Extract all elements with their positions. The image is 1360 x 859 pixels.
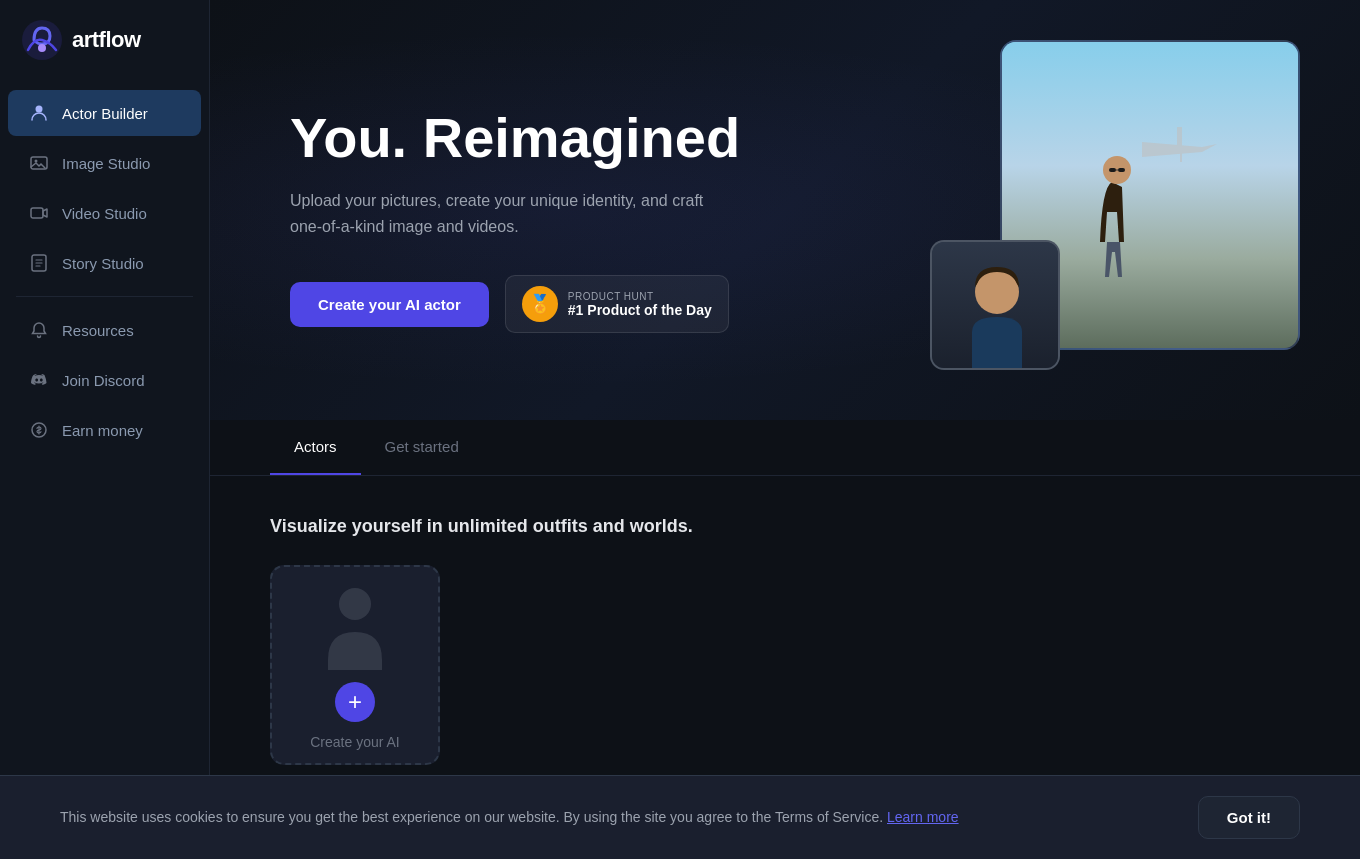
dollar-icon xyxy=(28,419,50,441)
create-ai-label: Create your AI xyxy=(310,734,400,750)
sidebar-item-label-video-studio: Video Studio xyxy=(62,205,147,222)
tab-actors[interactable]: Actors xyxy=(270,420,361,475)
sidebar-item-label-image-studio: Image Studio xyxy=(62,155,150,172)
sidebar-item-video-studio[interactable]: Video Studio xyxy=(8,190,201,236)
sidebar-item-label-join-discord: Join Discord xyxy=(62,372,145,389)
hero-title: You. Reimagined xyxy=(290,107,740,169)
product-hunt-badge: 🏅 PRODUCT HUNT #1 Product of the Day xyxy=(505,275,729,333)
actors-grid: + Create your AI xyxy=(270,565,1170,765)
create-actor-card[interactable]: + Create your AI xyxy=(270,565,440,765)
cookie-banner: This website uses cookies to ensure you … xyxy=(0,775,1360,859)
sidebar-item-join-discord[interactable]: Join Discord xyxy=(8,357,201,403)
hero-small-image xyxy=(930,240,1060,370)
sidebar-item-image-studio[interactable]: Image Studio xyxy=(8,140,201,186)
artflow-logo-icon xyxy=(20,18,64,62)
sidebar: artflow Actor Builder Image Studio xyxy=(0,0,210,859)
cookie-accept-button[interactable]: Got it! xyxy=(1198,796,1300,839)
sidebar-item-story-studio[interactable]: Story Studio xyxy=(8,240,201,286)
hero-actions: Create your AI actor 🏅 PRODUCT HUNT #1 P… xyxy=(290,275,740,333)
section-subtitle: Visualize yourself in unlimited outfits … xyxy=(270,516,1300,537)
create-actor-button[interactable]: Create your AI actor xyxy=(290,282,489,327)
sidebar-item-label-actor-builder: Actor Builder xyxy=(62,105,148,122)
nav-divider xyxy=(16,296,193,297)
product-hunt-label: PRODUCT HUNT xyxy=(568,291,712,302)
main-content: You. Reimagined Upload your pictures, cr… xyxy=(210,0,1360,859)
hero-left-content: You. Reimagined Upload your pictures, cr… xyxy=(290,107,740,334)
svg-point-2 xyxy=(36,106,43,113)
tab-get-started[interactable]: Get started xyxy=(361,420,483,475)
sidebar-item-label-story-studio: Story Studio xyxy=(62,255,144,272)
cookie-learn-more-link[interactable]: Learn more xyxy=(887,809,959,825)
svg-point-18 xyxy=(339,588,371,620)
image-icon xyxy=(28,152,50,174)
sidebar-item-resources[interactable]: Resources xyxy=(8,307,201,353)
product-hunt-info: PRODUCT HUNT #1 Product of the Day xyxy=(568,291,712,318)
add-icon: + xyxy=(335,682,375,722)
discord-icon xyxy=(28,369,50,391)
tabs: Actors Get started xyxy=(270,420,1300,475)
bell-icon xyxy=(28,319,50,341)
sidebar-item-label-earn-money: Earn money xyxy=(62,422,143,439)
hero-images xyxy=(940,60,1300,380)
svg-rect-5 xyxy=(31,208,43,218)
logo: artflow xyxy=(0,0,209,80)
sidebar-item-earn-money[interactable]: Earn money xyxy=(8,407,201,453)
main-navigation: Actor Builder Image Studio Video Studio xyxy=(0,80,209,777)
svg-rect-14 xyxy=(1118,168,1125,172)
cookie-text: This website uses cookies to ensure you … xyxy=(60,807,959,828)
product-hunt-medal-icon: 🏅 xyxy=(522,286,558,322)
svg-rect-13 xyxy=(1109,168,1116,172)
sidebar-item-label-resources: Resources xyxy=(62,322,134,339)
person-icon xyxy=(28,102,50,124)
hero-subtitle: Upload your pictures, create your unique… xyxy=(290,188,710,239)
book-icon xyxy=(28,252,50,274)
product-hunt-rank: #1 Product of the Day xyxy=(568,302,712,318)
hero-section: You. Reimagined Upload your pictures, cr… xyxy=(210,0,1360,420)
video-icon xyxy=(28,202,50,224)
sidebar-item-actor-builder[interactable]: Actor Builder xyxy=(8,90,201,136)
tabs-section: Actors Get started xyxy=(210,420,1360,476)
svg-point-1 xyxy=(38,44,46,52)
logo-text: artflow xyxy=(72,27,141,53)
